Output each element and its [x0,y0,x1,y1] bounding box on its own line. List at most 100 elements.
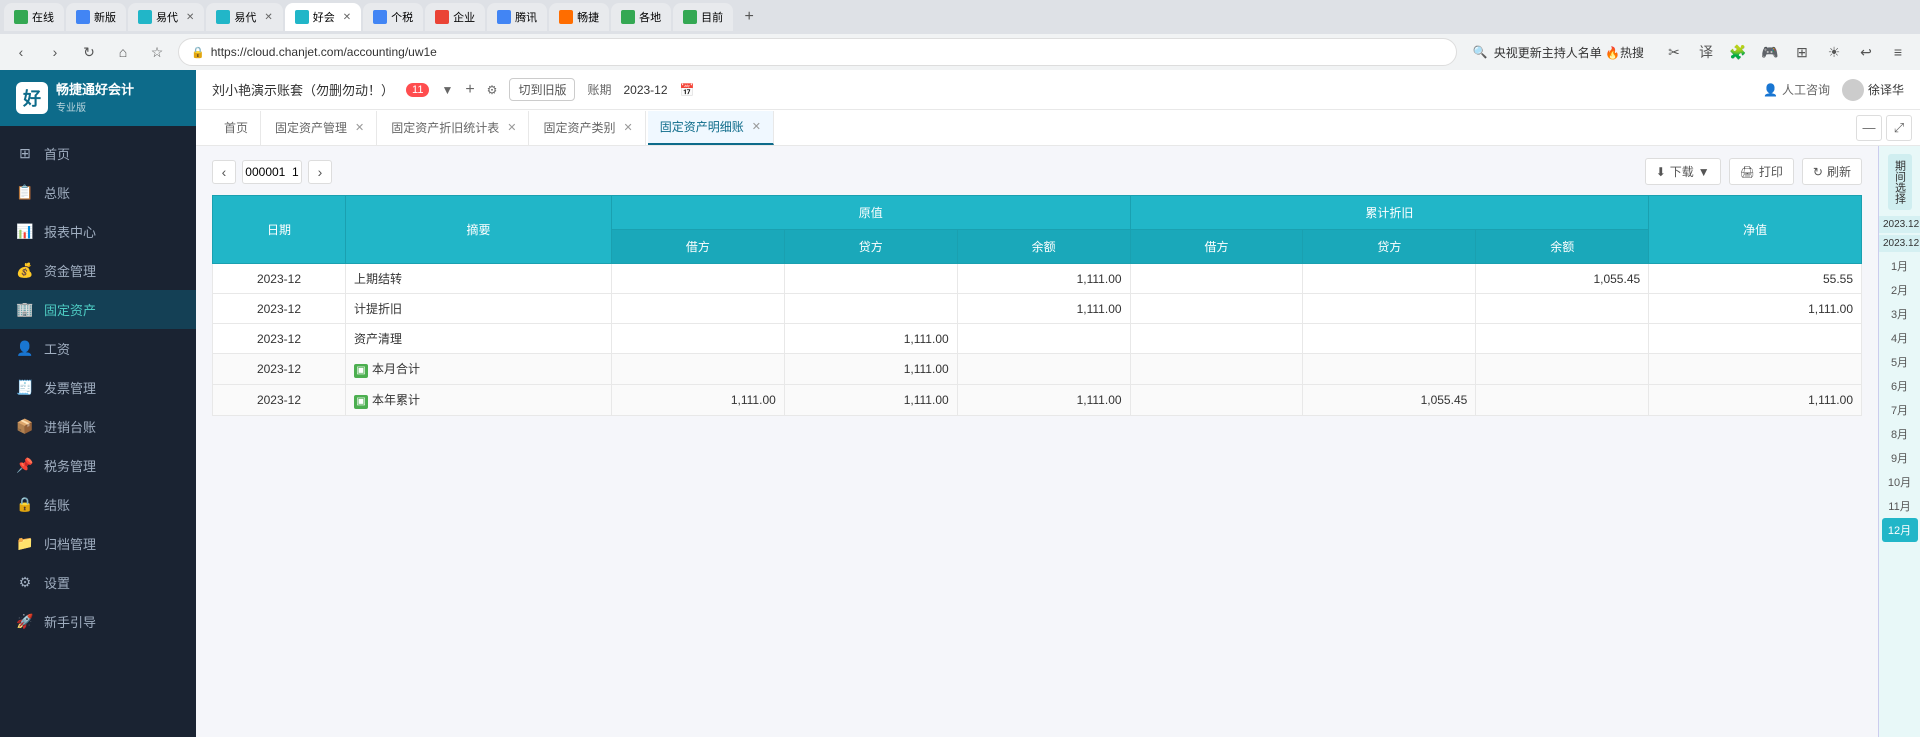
logo-sub: 专业版 [56,99,134,114]
url-text: https://cloud.chanjet.com/accounting/uw1… [211,45,437,59]
month-button[interactable]: 3月 [1882,302,1918,326]
extension-icon[interactable]: 🧩 [1724,38,1752,66]
browser-tab-6[interactable]: 个税 [363,3,423,31]
browser-tab-11[interactable]: 目前 [673,3,733,31]
month-button[interactable]: 7月 [1882,398,1918,422]
browser-tab-7[interactable]: 企业 [425,3,485,31]
month-button[interactable]: 12月 [1882,518,1918,542]
browser-tab-3[interactable]: 易代 ✕ [128,3,204,31]
browser-tab-close-5[interactable]: ✕ [343,12,351,23]
row-summary: ▣本月合计 [345,354,611,385]
user-info[interactable]: 徐译华 [1842,79,1904,101]
browser-tab-label-11: 目前 [701,9,723,25]
prev-page-btn[interactable]: ‹ [212,160,236,184]
search-icon: 🔍 [1473,45,1488,59]
row-icon: ▣ [354,395,368,409]
sidebar-item-inventory[interactable]: 📦 进销台账 [0,407,196,446]
sidebar-item-closing[interactable]: 🔒 结账 [0,485,196,524]
cut-icon[interactable]: ✂ [1660,38,1688,66]
url-input[interactable]: 🔒 https://cloud.chanjet.com/accounting/u… [178,38,1457,66]
print-btn[interactable]: 🖨 打印 [1729,158,1794,185]
add-account-btn[interactable]: + [465,81,474,99]
month-button[interactable]: 5月 [1882,350,1918,374]
sidebar-item-archive[interactable]: 📁 归档管理 [0,524,196,563]
bookmark-button[interactable]: ☆ [144,39,170,65]
period-year-label-1: 2023.12 [1879,216,1920,233]
month-button[interactable]: 4月 [1882,326,1918,350]
brightness-icon[interactable]: ☀ [1820,38,1848,66]
sidebar-item-fixed-assets[interactable]: 🏢 固定资产 [0,290,196,329]
sidebar-label-reports: 报表中心 [44,222,96,241]
minimize-tab-btn[interactable]: — [1856,115,1882,141]
tab-fixed-dep-close[interactable]: ✕ [507,121,516,134]
dropdown-icon[interactable]: ▼ [441,83,453,97]
translate-icon[interactable]: 译 [1692,38,1720,66]
browser-tab-9[interactable]: 畅捷 [549,3,609,31]
browser-tab-4[interactable]: 易代 ✕ [206,3,282,31]
refresh-icon: ↻ [1813,165,1823,179]
tab-fixed-category[interactable]: 固定资产类别 ✕ [531,111,645,145]
browser-tab-1[interactable]: 在线 [4,3,64,31]
grid-icon[interactable]: ⊞ [1788,38,1816,66]
sidebar-item-guide[interactable]: 🚀 新手引导 [0,602,196,641]
browser-tab-5[interactable]: 好会 ✕ [285,3,361,31]
tab-fixed-cat-close[interactable]: ✕ [624,121,633,134]
row-net-value: 1,111.00 [1649,385,1862,416]
row-orig-credit [784,264,957,294]
sidebar-item-invoice[interactable]: 🧾 发票管理 [0,368,196,407]
sidebar-item-general-ledger[interactable]: 📋 总账 [0,173,196,212]
month-button[interactable]: 2月 [1882,278,1918,302]
calendar-icon[interactable]: 📅 [680,83,695,97]
tab-fixed-depreciation[interactable]: 固定资产折旧统计表 ✕ [379,111,529,145]
tab-fixed-detail-close[interactable]: ✕ [752,120,761,133]
month-button[interactable]: 9月 [1882,446,1918,470]
tab-favicon-2 [76,10,90,24]
month-button[interactable]: 1月 [1882,254,1918,278]
undo-icon[interactable]: ↩ [1852,38,1880,66]
browser-tab-close-4[interactable]: ✕ [264,12,272,23]
game-icon[interactable]: 🎮 [1756,38,1784,66]
customer-service-btn[interactable]: 👤 人工咨询 [1763,81,1830,98]
sidebar-item-funds[interactable]: 💰 资金管理 [0,251,196,290]
logo-text: 畅捷通好会计 [56,82,134,99]
sidebar-item-tax[interactable]: 📌 税务管理 [0,446,196,485]
browser-tab-close-3[interactable]: ✕ [186,12,194,23]
browser-tab-2[interactable]: 新版 [66,3,126,31]
month-button[interactable]: 11月 [1882,494,1918,518]
row-dep-credit [1303,264,1476,294]
tab-fixed-mgmt[interactable]: 固定资产管理 ✕ [263,111,377,145]
sidebar-label-home: 首页 [44,144,70,163]
browser-tab-8[interactable]: 腾讯 [487,3,547,31]
switch-to-old-btn[interactable]: 切到旧版 [509,78,575,101]
download-btn[interactable]: ⬇ 下载 ▼ [1645,158,1721,185]
tab-fixed-detail[interactable]: 固定资产明细账 ✕ [648,111,774,145]
back-button[interactable]: ‹ [8,39,34,65]
page-input[interactable] [242,160,302,184]
browser-tab-10[interactable]: 各地 [611,3,671,31]
menu-icon[interactable]: ≡ [1884,38,1912,66]
month-button[interactable]: 6月 [1882,374,1918,398]
reload-button[interactable]: ↻ [76,39,102,65]
tab-home[interactable]: 首页 [212,111,261,145]
tab-favicon-5 [295,10,309,24]
sidebar-item-salary[interactable]: 👤 工资 [0,329,196,368]
sidebar-item-reports[interactable]: 📊 报表中心 [0,212,196,251]
row-dep-credit [1303,294,1476,324]
settings-small-icon[interactable]: ⚙ [487,83,498,97]
main-panel: ‹ › ⬇ 下载 ▼ 🖨 打印 [196,146,1878,737]
tab-fixed-mgmt-close[interactable]: ✕ [355,121,364,134]
row-net-value [1649,354,1862,385]
home-button[interactable]: ⌂ [110,39,136,65]
sidebar-item-home[interactable]: ⊞ 首页 [0,134,196,173]
sidebar: 好 畅捷通好会计 专业版 ⊞ 首页 📋 总账 📊 报表中心 💰 资金管理 [0,70,196,737]
row-orig-credit [784,294,957,324]
month-button[interactable]: 10月 [1882,470,1918,494]
sidebar-item-settings[interactable]: ⚙ 设置 [0,563,196,602]
maximize-tab-btn[interactable]: ⤢ [1886,115,1912,141]
new-tab-button[interactable]: + [735,3,763,31]
guide-icon: 🚀 [16,613,34,631]
refresh-btn[interactable]: ↻ 刷新 [1802,158,1862,185]
next-page-btn[interactable]: › [308,160,332,184]
forward-button[interactable]: › [42,39,68,65]
month-button[interactable]: 8月 [1882,422,1918,446]
